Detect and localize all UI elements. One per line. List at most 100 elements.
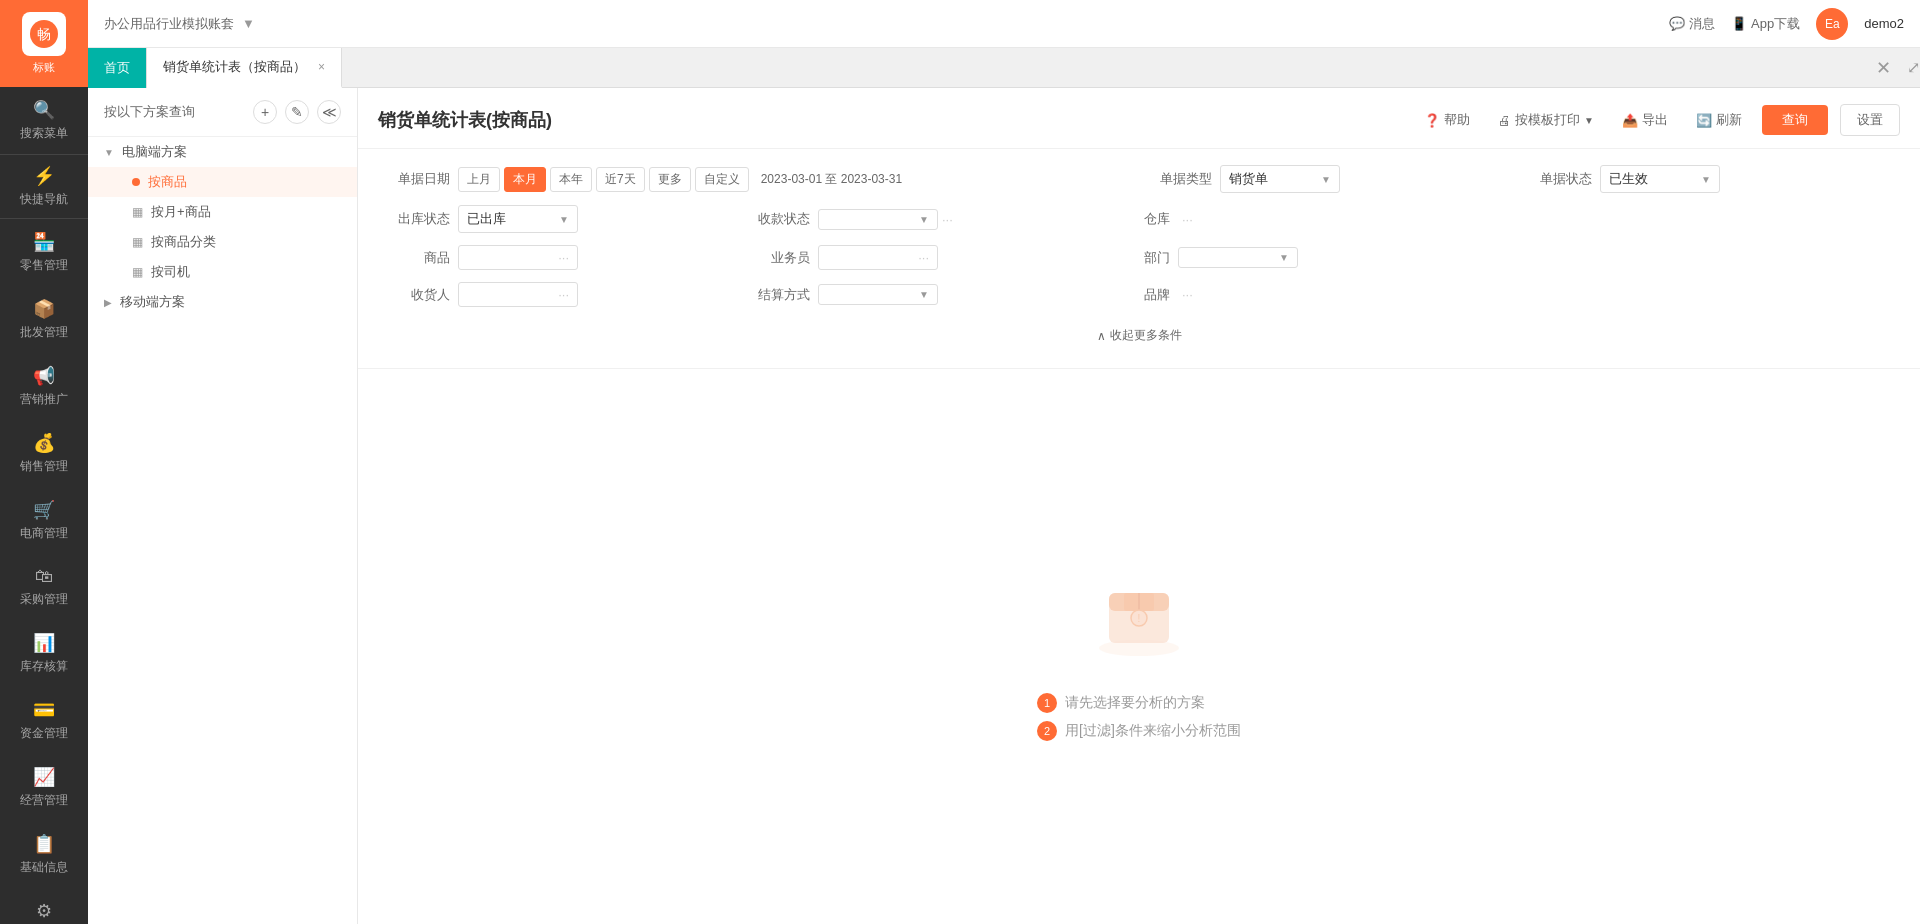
salesman-control: ··· <box>818 245 1098 270</box>
print-button[interactable]: 🖨 按模板打印 ▼ <box>1490 107 1602 133</box>
query-button[interactable]: 查询 <box>1762 105 1828 135</box>
sales-report-tab-label: 销货单统计表（按商品） <box>163 58 306 76</box>
dept-label: 部门 <box>1098 249 1178 267</box>
content-area: 按以下方案查询 + ✎ ≪ ▼ 电脑端方案 <box>88 88 1920 924</box>
receipt-status-control: ▼ ··· <box>818 209 1098 230</box>
export-button[interactable]: 📤 导出 <box>1614 107 1676 133</box>
receiver-dots: ··· <box>558 287 569 302</box>
top-header: 办公用品行业模拟账套 ▼ 💬 消息 📱 App下载 Ea demo2 <box>88 0 1920 48</box>
brand-dots[interactable]: ··· <box>1182 287 1193 302</box>
sidebar-item-marketing[interactable]: 📢 营销推广 <box>0 353 88 420</box>
tree-desktop-section[interactable]: ▼ 电脑端方案 <box>88 137 357 167</box>
sidebar-item-inventory[interactable]: 📊 库存核算 <box>0 620 88 687</box>
receipt-status-dots[interactable]: ··· <box>942 212 953 227</box>
goods-dots: ··· <box>558 250 569 265</box>
sidebar-item-wholesale[interactable]: 📦 批发管理 <box>0 286 88 353</box>
date-filter-control: 上月 本月 本年 近7天 更多 自定义 2023-03-01 至 2023-03… <box>458 167 1140 192</box>
app-download-label: App下载 <box>1751 15 1800 33</box>
page-title-bar: 销货单统计表(按商品) ❓ 帮助 🖨 按模板打印 ▼ 📤 导出 <box>358 88 1920 149</box>
date-btn-this-year[interactable]: 本年 <box>550 167 592 192</box>
filter-row-3: 商品 ··· 业务员 ··· 部门 <box>378 245 1900 270</box>
help-icon: ❓ <box>1424 113 1440 128</box>
sidebar-item-finance-label: 资金管理 <box>20 725 68 742</box>
collapse-label: 收起更多条件 <box>1110 327 1182 344</box>
sidebar-nav-label: 快捷导航 <box>20 191 68 208</box>
tree-expand-arrow: ▼ <box>104 147 114 158</box>
doc-status-select[interactable]: 已生效 ▼ <box>1600 165 1720 193</box>
refresh-icon: 🔄 <box>1696 113 1712 128</box>
message-button[interactable]: 💬 消息 <box>1669 15 1715 33</box>
print-icon: 🖨 <box>1498 113 1511 128</box>
user-avatar[interactable]: Ea <box>1816 8 1848 40</box>
sidebar-item-basic-label: 基础信息 <box>20 859 68 876</box>
filter-area: 单据日期 上月 本月 本年 近7天 更多 自定义 2023-03-01 至 20… <box>358 149 1920 369</box>
date-btn-this-month[interactable]: 本月 <box>504 167 546 192</box>
dept-select[interactable]: ▼ <box>1178 247 1298 268</box>
tab-close-icon[interactable]: × <box>318 60 325 74</box>
tab-sales-report[interactable]: 销货单统计表（按商品） × <box>147 48 342 88</box>
sidebar-item-finance[interactable]: 💳 资金管理 <box>0 687 88 754</box>
add-scheme-button[interactable]: + <box>253 100 277 124</box>
app-download-button[interactable]: 📱 App下载 <box>1731 15 1800 33</box>
payment-chevron: ▼ <box>919 289 929 300</box>
goods-select[interactable]: ··· <box>458 245 578 270</box>
sidebar-quick-nav[interactable]: ⚡ 快捷导航 <box>0 155 88 219</box>
doc-type-value: 销货单 <box>1229 170 1268 188</box>
goods-label: 商品 <box>378 249 458 267</box>
sidebar-item-operation[interactable]: 📈 经营管理 <box>0 754 88 821</box>
refresh-button[interactable]: 🔄 刷新 <box>1688 107 1750 133</box>
svg-text:!: ! <box>1138 613 1141 624</box>
date-btn-last-month[interactable]: 上月 <box>458 167 500 192</box>
sidebar-search[interactable]: 🔍 搜索菜单 <box>0 87 88 155</box>
tab-maximize-button[interactable]: ✕ <box>1864 57 1903 79</box>
collapse-button[interactable]: ∧ 收起更多条件 <box>1089 319 1190 352</box>
date-btn-more[interactable]: 更多 <box>649 167 691 192</box>
svg-text:畅: 畅 <box>37 26 51 42</box>
sidebar-item-marketing-label: 营销推广 <box>20 391 68 408</box>
sidebar-item-sales[interactable]: 💰 销售管理 <box>0 420 88 487</box>
doc-type-select[interactable]: 销货单 ▼ <box>1220 165 1340 193</box>
filter-row-2: 出库状态 已出库 ▼ 收款状态 ▼ ··· <box>378 205 1900 233</box>
header-left: 办公用品行业模拟账套 ▼ <box>104 15 255 33</box>
tree-mobile-section[interactable]: ▶ 移动端方案 <box>88 287 357 317</box>
warehouse2-control: ··· <box>1178 212 1900 227</box>
left-panel-actions: + ✎ ≪ <box>253 100 341 124</box>
download-icon: 📱 <box>1731 16 1747 31</box>
collapse-panel-button[interactable]: ≪ <box>317 100 341 124</box>
payment-select[interactable]: ▼ <box>818 284 938 305</box>
app-logo[interactable]: 畅 标账 <box>0 0 88 87</box>
sidebar-item-purchase[interactable]: 🛍 采购管理 <box>0 554 88 620</box>
tree-item-by-month-goods[interactable]: ▦ 按月+商品 <box>88 197 357 227</box>
warehouse2-dots[interactable]: ··· <box>1182 212 1193 227</box>
receipt-status-label: 收款状态 <box>738 210 818 228</box>
message-icon: 💬 <box>1669 16 1685 31</box>
driver-icon: ▦ <box>132 265 143 279</box>
help-button[interactable]: ❓ 帮助 <box>1416 107 1478 133</box>
by-driver-label: 按司机 <box>151 263 190 281</box>
date-btn-7days[interactable]: 近7天 <box>596 167 645 192</box>
dropdown-chevron[interactable]: ▼ <box>242 16 255 31</box>
warehouse2-label: 仓库 <box>1098 210 1178 228</box>
receipt-status-select[interactable]: ▼ <box>818 209 938 230</box>
right-panel: 销货单统计表(按商品) ❓ 帮助 🖨 按模板打印 ▼ 📤 导出 <box>358 88 1920 924</box>
edit-scheme-button[interactable]: ✎ <box>285 100 309 124</box>
warehouse-select[interactable]: 已出库 ▼ <box>458 205 578 233</box>
tree-item-by-driver[interactable]: ▦ 按司机 <box>88 257 357 287</box>
sidebar-item-basic[interactable]: 📋 基础信息 <box>0 821 88 888</box>
tip-2-num: 2 <box>1037 721 1057 741</box>
date-btn-custom[interactable]: 自定义 <box>695 167 749 192</box>
tab-expand-button[interactable]: ⤢ <box>1907 58 1920 77</box>
retail-icon: 🏪 <box>33 231 55 253</box>
tree-item-by-goods[interactable]: 按商品 <box>88 167 357 197</box>
settings-button[interactable]: 设置 <box>1840 104 1900 136</box>
sidebar-item-ecommerce[interactable]: 🛒 电商管理 <box>0 487 88 554</box>
active-dot <box>132 178 140 186</box>
receiver-select[interactable]: ··· <box>458 282 578 307</box>
salesman-select[interactable]: ··· <box>818 245 938 270</box>
sidebar-item-purchase-label: 采购管理 <box>20 591 68 608</box>
tree-item-by-category[interactable]: ▦ 按商品分类 <box>88 227 357 257</box>
tab-home[interactable]: 首页 <box>88 48 147 88</box>
sidebar-item-retail[interactable]: 🏪 零售管理 <box>0 219 88 286</box>
mobile-section-label: 移动端方案 <box>120 293 185 311</box>
sidebar-item-system[interactable]: ⚙ 系统管理 <box>0 888 88 924</box>
